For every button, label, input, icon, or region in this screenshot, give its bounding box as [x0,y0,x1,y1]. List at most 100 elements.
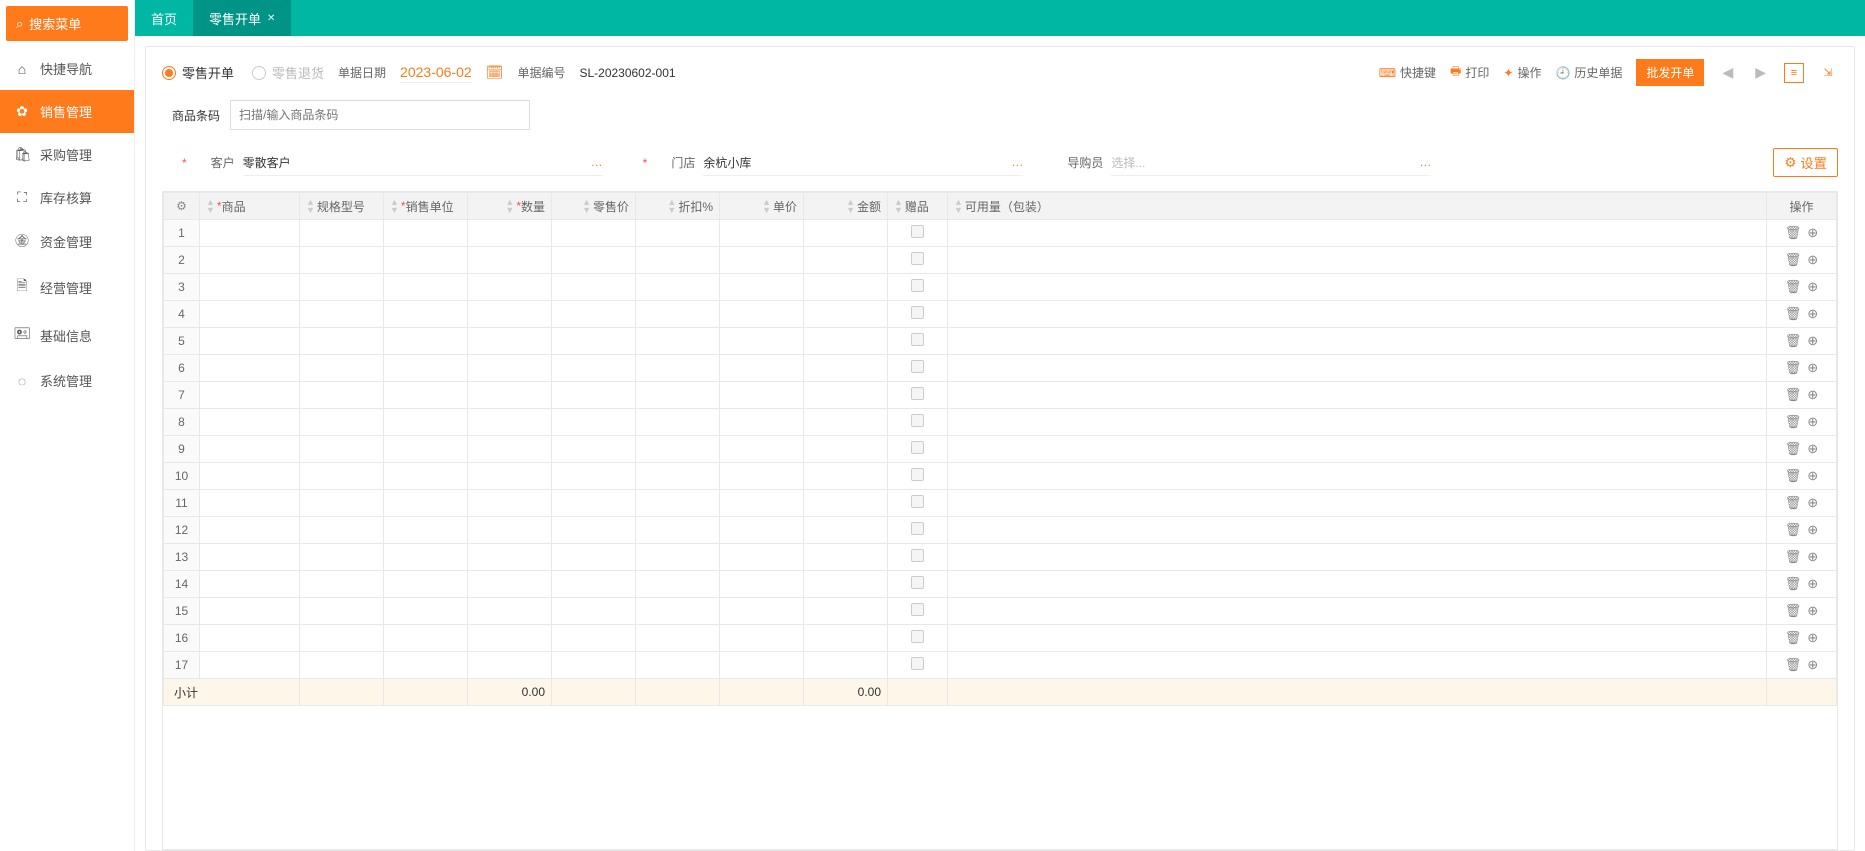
delete-icon[interactable]: 🗑 [1785,549,1802,564]
table-row[interactable]: 17🗑⊕ [164,652,1837,679]
cell-available[interactable] [948,409,1767,436]
table-row[interactable]: 6🗑⊕ [164,355,1837,382]
checkbox-icon[interactable] [911,252,924,265]
checkbox-icon[interactable] [911,306,924,319]
calendar-icon[interactable]: 🗓 [486,64,504,81]
cell-unit[interactable] [384,625,468,652]
cell-price[interactable] [720,544,804,571]
cell-qty[interactable] [468,220,552,247]
cell-spec[interactable] [300,490,384,517]
cell-retail-price[interactable] [552,544,636,571]
cell-product[interactable] [200,328,300,355]
cell-amount[interactable] [804,652,888,679]
cell-qty[interactable] [468,328,552,355]
ellipsis-icon[interactable]: … [1419,155,1431,169]
th-gift[interactable]: ▲▼赠品 [888,193,948,220]
sidebar-item-2[interactable]: 🛍采购管理 [0,133,134,176]
cell-unit[interactable] [384,544,468,571]
checkbox-icon[interactable] [911,387,924,400]
cell-qty[interactable] [468,490,552,517]
close-icon[interactable]: ✕ [267,13,275,24]
cell-spec[interactable] [300,463,384,490]
cell-amount[interactable] [804,328,888,355]
cell-gift[interactable] [888,625,948,652]
sidebar-item-7[interactable]: ◌系统管理 [0,359,134,402]
cell-discount[interactable] [636,274,720,301]
ellipsis-icon[interactable]: … [1011,155,1023,169]
cell-qty[interactable] [468,652,552,679]
th-gear[interactable]: ⚙ [164,193,200,220]
cell-price[interactable] [720,436,804,463]
cell-retail-price[interactable] [552,625,636,652]
cell-discount[interactable] [636,247,720,274]
cell-unit[interactable] [384,571,468,598]
delete-icon[interactable]: 🗑 [1785,225,1802,240]
cell-retail-price[interactable] [552,463,636,490]
th-qty[interactable]: ▲▼*数量 [468,193,552,220]
sidebar-item-3[interactable]: ⛶库存核算 [0,176,134,219]
operate-link[interactable]: ✦操作 [1503,64,1541,81]
cell-amount[interactable] [804,301,888,328]
cell-price[interactable] [720,220,804,247]
cell-available[interactable] [948,301,1767,328]
cell-unit[interactable] [384,274,468,301]
cell-retail-price[interactable] [552,409,636,436]
cell-gift[interactable] [888,247,948,274]
cell-discount[interactable] [636,571,720,598]
cell-available[interactable] [948,355,1767,382]
cell-spec[interactable] [300,301,384,328]
cell-spec[interactable] [300,436,384,463]
cell-unit[interactable] [384,517,468,544]
cell-discount[interactable] [636,301,720,328]
cell-discount[interactable] [636,490,720,517]
th-amount[interactable]: ▲▼金额 [804,193,888,220]
cell-product[interactable] [200,490,300,517]
cell-available[interactable] [948,625,1767,652]
cell-product[interactable] [200,409,300,436]
cell-product[interactable] [200,571,300,598]
add-row-icon[interactable]: ⊕ [1807,657,1818,672]
table-row[interactable]: 9🗑⊕ [164,436,1837,463]
barcode-input[interactable] [230,100,530,130]
cell-price[interactable] [720,247,804,274]
cell-gift[interactable] [888,436,948,463]
cell-price[interactable] [720,571,804,598]
cell-unit[interactable] [384,247,468,274]
cell-amount[interactable] [804,598,888,625]
cell-discount[interactable] [636,220,720,247]
cell-qty[interactable] [468,571,552,598]
checkbox-icon[interactable] [911,522,924,535]
cell-qty[interactable] [468,598,552,625]
cell-retail-price[interactable] [552,517,636,544]
next-arrow-icon[interactable]: ▶ [1751,64,1770,81]
table-row[interactable]: 2🗑⊕ [164,247,1837,274]
delete-icon[interactable]: 🗑 [1785,360,1802,375]
cell-gift[interactable] [888,274,948,301]
cell-product[interactable] [200,652,300,679]
cell-product[interactable] [200,544,300,571]
cell-product[interactable] [200,382,300,409]
cell-product[interactable] [200,220,300,247]
cell-amount[interactable] [804,382,888,409]
cell-product[interactable] [200,517,300,544]
add-row-icon[interactable]: ⊕ [1807,441,1818,456]
cell-qty[interactable] [468,517,552,544]
cell-qty[interactable] [468,463,552,490]
tab-0[interactable]: 首页 [135,0,193,36]
cell-retail-price[interactable] [552,382,636,409]
table-row[interactable]: 11🗑⊕ [164,490,1837,517]
cell-product[interactable] [200,598,300,625]
cell-price[interactable] [720,409,804,436]
cell-product[interactable] [200,301,300,328]
radio-retail-order[interactable]: 零售开单 [162,63,234,82]
delete-icon[interactable]: 🗑 [1785,387,1802,402]
sidebar-item-4[interactable]: ㊎资金管理 [0,219,134,263]
cell-price[interactable] [720,652,804,679]
cell-gift[interactable] [888,598,948,625]
guide-select[interactable]: 选择... … [1111,150,1431,176]
add-row-icon[interactable]: ⊕ [1807,630,1818,645]
toolbar-dense-icon[interactable]: ≡ [1784,63,1804,83]
cell-available[interactable] [948,517,1767,544]
history-link[interactable]: 🕘历史单据 [1555,64,1622,81]
cell-gift[interactable] [888,463,948,490]
